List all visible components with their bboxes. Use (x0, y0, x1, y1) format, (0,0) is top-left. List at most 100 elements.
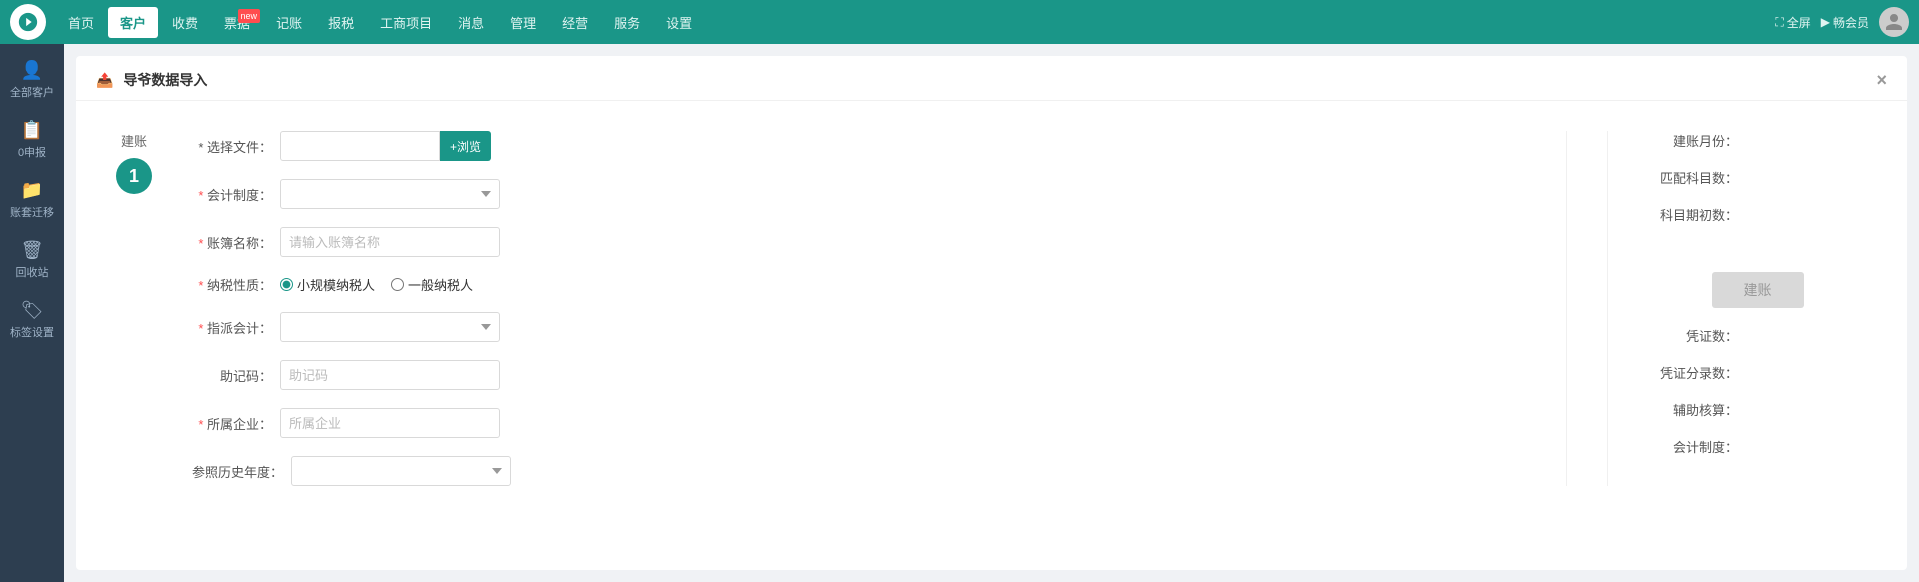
tax-option-general[interactable]: 一般纳税人 (391, 275, 473, 294)
build-button-wrap: 建账 (1648, 262, 1867, 308)
browse-button[interactable]: +浏览 (440, 131, 491, 161)
nav-item-消息[interactable]: 消息 (446, 7, 496, 38)
new-badge: new (238, 9, 261, 23)
fullscreen-icon: ⛶ (1775, 15, 1783, 30)
ledger-name-row: 账簿名称： (192, 227, 1526, 257)
nav-item-首页[interactable]: 首页 (56, 7, 106, 38)
close-button[interactable]: × (1876, 71, 1887, 89)
main-layout: 👤 全部客户 📋 0申报 📁账套迁移🗑回收站 🏷 标签设置 📤 导爷数据导入 × 建账 1 (0, 44, 1919, 582)
file-text-input[interactable] (280, 131, 440, 161)
info-section: 建账月份： 匹配科目数： 科目期初数： 建账 (1607, 131, 1867, 486)
nav-item-记账[interactable]: 记账 (264, 7, 314, 38)
tax-option1-label: 小规模纳税人 (297, 275, 375, 294)
fullscreen-button[interactable]: ⛶ 全屏 (1775, 14, 1810, 31)
tax-radio-general[interactable] (391, 278, 404, 291)
info-accounting-system-label: 会计制度： (1648, 437, 1738, 456)
memo-input[interactable] (280, 360, 500, 390)
nav-item-设置[interactable]: 设置 (654, 7, 704, 38)
match-subjects-label: 匹配科目数： (1648, 168, 1738, 187)
nav-items: 首页客户收费票据new记账报税工商项目消息管理经营服务设置 (56, 7, 1775, 38)
nav-item-报税[interactable]: 报税 (316, 7, 366, 38)
nav-item-管理[interactable]: 管理 (498, 7, 548, 38)
company-row: 所属企业： (192, 408, 1526, 438)
tax-option-small[interactable]: 小规模纳税人 (280, 275, 375, 294)
panel-title: 导爷数据导入 (123, 72, 207, 88)
accountant-select[interactable] (280, 312, 500, 342)
vip-button[interactable]: ▶ 畅会员 (1821, 14, 1869, 31)
sidebar-item-账套迁移[interactable]: 📁账套迁移 (0, 172, 64, 228)
file-row: * 选择文件： +浏览 (192, 131, 1526, 161)
memo-row: 助记码： (192, 360, 1526, 390)
user-avatar[interactable] (1879, 7, 1909, 37)
tax-radio-group: 小规模纳税人 一般纳税人 (280, 275, 473, 294)
nav-item-服务[interactable]: 服务 (602, 7, 652, 38)
voucher-records-row: 凭证分录数： (1648, 363, 1867, 382)
sidebar: 👤 全部客户 📋 0申报 📁账套迁移🗑回收站 🏷 标签设置 (0, 44, 64, 582)
sidebar-icon: 👤 (21, 60, 43, 81)
ledger-name-label: 账簿名称： (192, 233, 272, 252)
import-icon: 📤 (96, 72, 113, 88)
file-label: * 选择文件： (192, 137, 272, 156)
accountant-label: 指派会计： (192, 318, 272, 337)
step-label: 建账 (121, 131, 147, 150)
aux-accounting-label: 辅助核算： (1648, 400, 1738, 419)
build-month-label: 建账月份： (1648, 131, 1738, 150)
nav-item-客户[interactable]: 客户 (108, 7, 158, 38)
form-section: * 选择文件： +浏览 会计制度： 账簿名称： (192, 131, 1526, 486)
panel-body: 建账 1 * 选择文件： +浏览 会计制度： (76, 101, 1907, 516)
sidebar-item-全部客户[interactable]: 👤 全部客户 (0, 52, 64, 108)
tax-type-label: 纳税性质： (192, 275, 272, 294)
voucher-records-label: 凭证分录数： (1648, 363, 1738, 382)
logo[interactable] (10, 4, 46, 40)
nav-item-收费[interactable]: 收费 (160, 7, 210, 38)
sidebar-item-0申报[interactable]: 📋 0申报 (0, 112, 64, 168)
sidebar-icon: 📋 (21, 120, 43, 141)
history-year-select[interactable] (291, 456, 511, 486)
accountant-row: 指派会计： (192, 312, 1526, 342)
section-divider (1566, 131, 1567, 486)
main-content: 📤 导爷数据导入 × 建账 1 * 选择文件： (64, 44, 1919, 582)
match-subjects-row: 匹配科目数： (1648, 168, 1867, 187)
step-circle: 1 (116, 158, 152, 194)
accounting-system-select[interactable] (280, 179, 500, 209)
nav-item-经营[interactable]: 经营 (550, 7, 600, 38)
sidebar-icon: 🗑 (21, 240, 44, 261)
company-label: 所属企业： (192, 414, 272, 433)
sidebar-item-标签设置[interactable]: 🏷 标签设置 (0, 292, 64, 348)
sidebar-item-回收站[interactable]: 🗑回收站 (0, 232, 64, 288)
nav-item-工商项目[interactable]: 工商项目 (368, 7, 444, 38)
ledger-name-input[interactable] (280, 227, 500, 257)
subject-init-label: 科目期初数： (1648, 205, 1738, 224)
import-panel: 📤 导爷数据导入 × 建账 1 * 选择文件： (76, 56, 1907, 570)
vip-label: 畅会员 (1833, 14, 1869, 31)
history-year-label: 参照历史年度： (192, 462, 283, 481)
accounting-system-label: 会计制度： (192, 185, 272, 204)
voucher-count-row: 凭证数： (1648, 326, 1867, 345)
voucher-count-label: 凭证数： (1648, 326, 1738, 345)
history-year-row: 参照历史年度： (192, 456, 1526, 486)
sidebar-item-label: 全部客户 (10, 84, 54, 100)
nav-item-票据[interactable]: 票据new (212, 7, 262, 38)
memo-label: 助记码： (192, 366, 272, 385)
sidebar-item-label: 0申报 (18, 144, 46, 160)
fullscreen-label: 全屏 (1787, 14, 1811, 31)
company-input[interactable] (280, 408, 500, 438)
tax-type-row: 纳税性质： 小规模纳税人 一般纳税人 (192, 275, 1526, 294)
build-button[interactable]: 建账 (1712, 272, 1804, 308)
nav-right: ⛶ 全屏 ▶ 畅会员 (1775, 7, 1909, 37)
sidebar-item-label: 标签设置 (10, 324, 54, 340)
panel-header: 📤 导爷数据导入 × (76, 56, 1907, 101)
sidebar-icon: 🏷 (21, 300, 44, 321)
file-input-group: +浏览 (280, 131, 491, 161)
vip-icon: ▶ (1821, 15, 1830, 29)
build-month-row: 建账月份： (1648, 131, 1867, 150)
panel-title-wrap: 📤 导爷数据导入 (96, 70, 207, 90)
sidebar-icon: 📁 (21, 180, 43, 201)
aux-accounting-row: 辅助核算： (1648, 400, 1867, 419)
top-navigation: 首页客户收费票据new记账报税工商项目消息管理经营服务设置 ⛶ 全屏 ▶ 畅会员 (0, 0, 1919, 44)
info-accounting-system-row: 会计制度： (1648, 437, 1867, 456)
step-indicator: 建账 1 (116, 131, 152, 486)
tax-radio-small[interactable] (280, 278, 293, 291)
accounting-system-row: 会计制度： (192, 179, 1526, 209)
tax-option2-label: 一般纳税人 (408, 275, 473, 294)
